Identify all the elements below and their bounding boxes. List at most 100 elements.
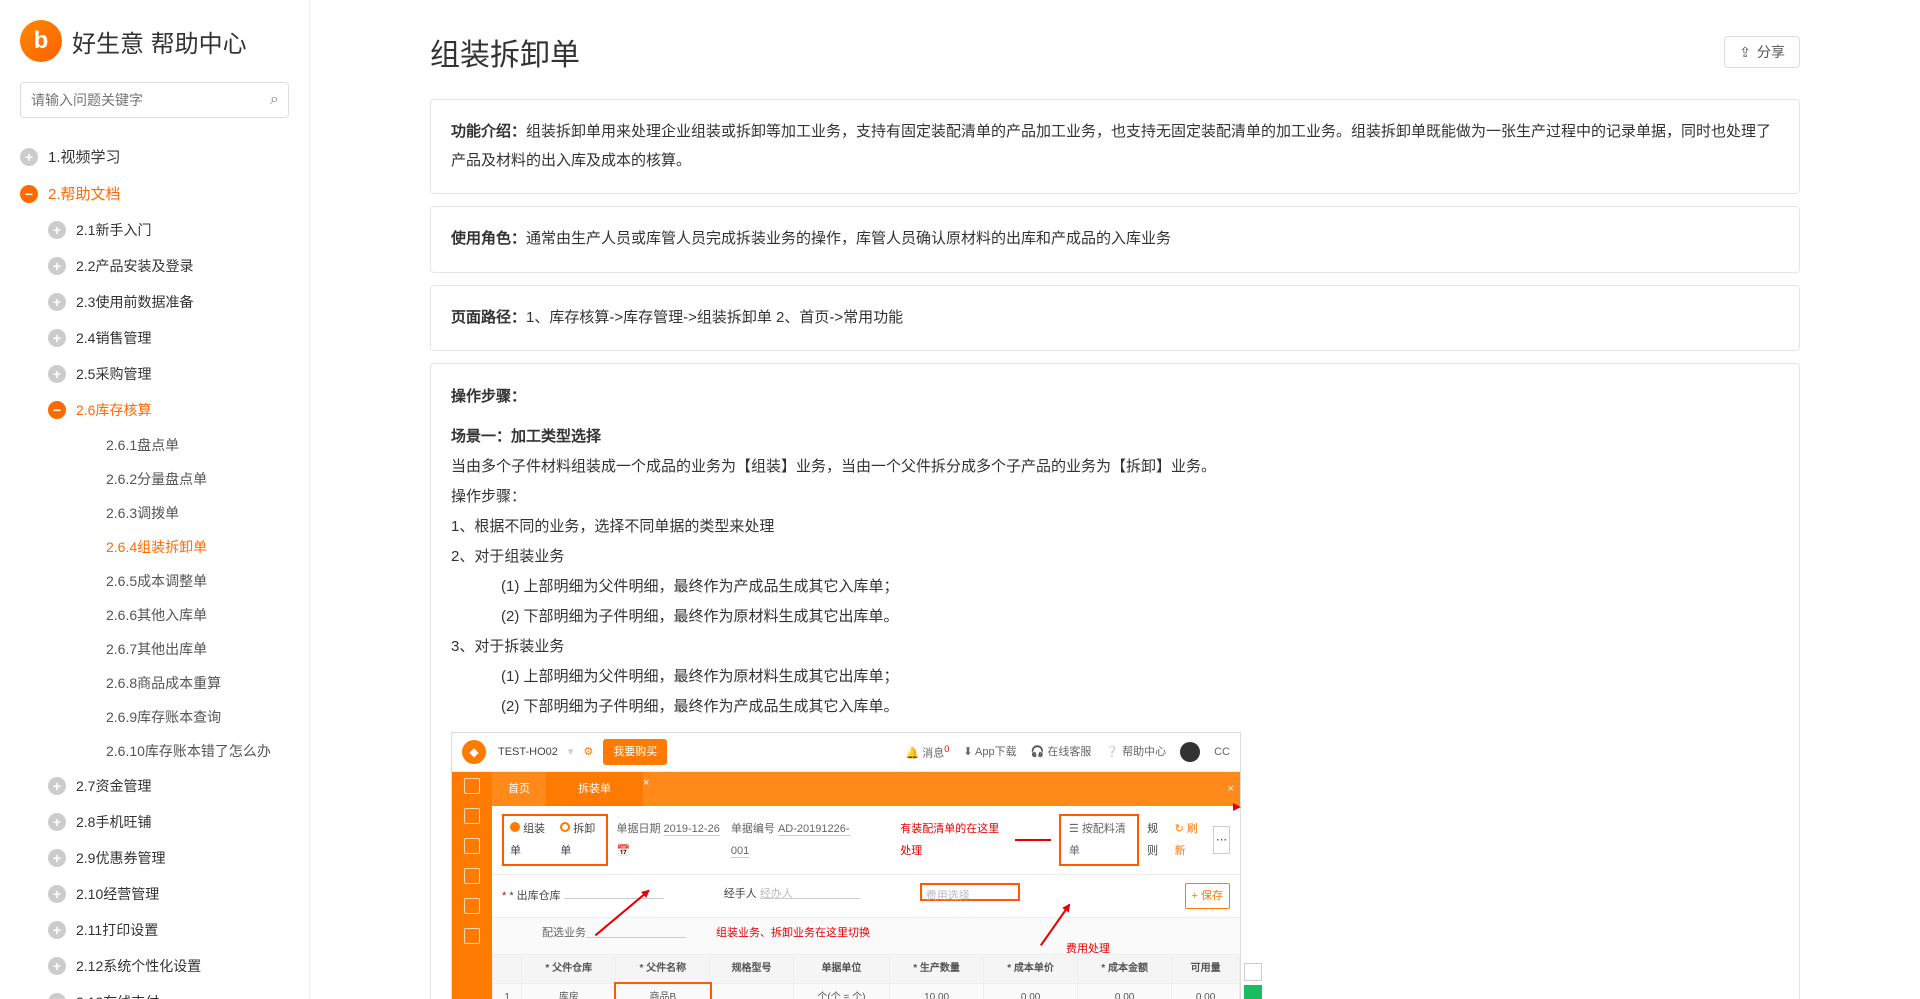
step-2: 2、对于组装业务 — [451, 542, 1779, 572]
plus-icon: + — [48, 993, 66, 999]
bom-button: ☰ 按配料清单 — [1059, 814, 1139, 866]
plus-icon: + — [20, 148, 38, 166]
nav-2-6[interactable]: −2.6库存核算 — [48, 392, 289, 428]
nav-2-6-1[interactable]: 2.6.1盘点单 — [76, 428, 289, 462]
nav-2-6-8[interactable]: 2.6.8商品成本重算 — [76, 666, 289, 700]
close-icon: × — [1222, 772, 1240, 806]
nav-2-2[interactable]: +2.2产品安装及登录 — [48, 248, 289, 284]
plus-icon: + — [48, 257, 66, 275]
nav-2-1[interactable]: +2.1新手入门 — [48, 212, 289, 248]
nav-2-8[interactable]: +2.8手机旺铺 — [48, 804, 289, 840]
nav-2-12[interactable]: +2.12系统个性化设置 — [48, 948, 289, 984]
shot-topbar: ◆ TEST-HO02 ▾ ⚙ 我要购买 🔔 消息0 ⬇ App下载 🎧 在线客… — [452, 733, 1240, 772]
nav-2-6-7[interactable]: 2.6.7其他出库单 — [76, 632, 289, 666]
app-link: ⬇ App下载 — [963, 741, 1016, 763]
type-radio-group: 组装单 拆卸单 — [502, 814, 608, 866]
intro-label: 功能介绍： — [451, 123, 526, 140]
nav-2-7[interactable]: +2.7资金管理 — [48, 768, 289, 804]
sidebar: b 好生意 帮助中心 ⌕ +1.视频学习 −2.帮助文档 +2.1新手入门 +2… — [0, 0, 310, 999]
side-tools — [1244, 963, 1262, 999]
nav-2-6-9[interactable]: 2.6.9库存账本查询 — [76, 700, 289, 734]
nav-2-6-4[interactable]: 2.6.4组装拆卸单 — [76, 530, 289, 564]
step-2b: (2) 下部明细为子件明细，最终作为原材料生成其它出库单。 — [501, 602, 1779, 632]
nav-2-9[interactable]: +2.9优惠券管理 — [48, 840, 289, 876]
nav-2-13[interactable]: +2.13在线支付 — [48, 984, 289, 999]
date-field: 单据日期 2019-12-26 📅 — [616, 818, 722, 862]
plus-icon: + — [48, 221, 66, 239]
steps-heading: 操作步骤： — [451, 382, 1779, 412]
anno-fee: 费用处理 — [1066, 938, 1110, 960]
plus-icon: + — [48, 885, 66, 903]
radio-icon — [560, 822, 570, 832]
shot-org: TEST-HO02 — [498, 741, 558, 763]
path-label: 页面路径： — [451, 309, 526, 326]
nav-2-6-2[interactable]: 2.6.2分量盘点单 — [76, 462, 289, 496]
nav-2-4[interactable]: +2.4销售管理 — [48, 320, 289, 356]
rail-icon — [464, 838, 480, 854]
search-input[interactable] — [20, 82, 289, 118]
nav-2-6-6[interactable]: 2.6.6其他入库单 — [76, 598, 289, 632]
nav-docs[interactable]: −2.帮助文档 — [20, 175, 289, 212]
plus-icon: + — [48, 365, 66, 383]
tab-home: 首页 — [492, 772, 546, 806]
plus-icon: + — [48, 849, 66, 867]
brand-title: 好生意 帮助中心 — [72, 24, 247, 59]
intro-text: 组装拆卸单用来处理企业组装或拆卸等加工业务，支持有固定装配清单的产品加工业务，也… — [451, 123, 1771, 169]
minus-icon: − — [48, 401, 66, 419]
search-icon[interactable]: ⌕ — [270, 91, 279, 109]
plus-icon: + — [48, 921, 66, 939]
step-3b: (2) 下部明细为子件明细，最终作为产成品生成其它入库单。 — [501, 692, 1779, 722]
brand: b 好生意 帮助中心 — [20, 20, 289, 62]
steps-subheading: 操作步骤： — [451, 482, 1779, 512]
anno-switch: 组装业务、拆卸业务在这里切换 — [716, 922, 870, 944]
main-content: 组装拆卸单 ⇪ 分享 功能介绍：组装拆卸单用来处理企业组装或拆卸等加工业务，支持… — [310, 0, 1920, 999]
share-button[interactable]: ⇪ 分享 — [1724, 36, 1800, 68]
radio-icon — [510, 822, 520, 832]
page-title: 组装拆卸单 — [430, 30, 580, 74]
nav-2-6-10[interactable]: 2.6.10库存账本错了怎么办 — [76, 734, 289, 768]
step-2a: (1) 上部明细为父件明细，最终作为产成品生成其它入库单； — [501, 572, 1779, 602]
plus-icon: + — [48, 329, 66, 347]
avatar-icon — [1180, 742, 1200, 762]
steps-card: 操作步骤： 场景一：加工类型选择 当由多个子件材料组装成一个成品的业务为【组装】… — [430, 363, 1800, 999]
plus-icon: + — [48, 777, 66, 795]
fee-box: 费用选择 — [920, 883, 1020, 901]
rail-icon — [464, 928, 480, 944]
rail-icon — [464, 778, 480, 794]
parent-table: * 父件仓库* 父件名称规格型号单据单位* 生产数量* 成本单价* 成本金额可用… — [492, 954, 1240, 999]
shot-row2: * * 出库仓库 经手人 经办人 费用选择 + 保存 — [492, 875, 1240, 918]
refresh-link: ↻ 刷新 — [1175, 818, 1205, 862]
brand-logo: b — [20, 20, 62, 62]
save-button: + 保存 — [1185, 883, 1230, 909]
username: CC — [1214, 741, 1230, 763]
service-link: 🎧 在线客服 — [1031, 741, 1092, 763]
share-icon: ⇪ — [1739, 44, 1751, 61]
tab-doc: 拆装单 — [546, 772, 643, 806]
step-1: 1、根据不同的业务，选择不同单据的类型来处理 — [451, 512, 1779, 542]
rule-link: 规则 — [1147, 818, 1167, 862]
path-card: 页面路径：1、库存核算->库存管理->组装拆卸单 2、首页->常用功能 — [430, 285, 1800, 352]
plus-icon: + — [48, 813, 66, 831]
intro-card: 功能介绍：组装拆卸单用来处理企业组装或拆卸等加工业务，支持有固定装配清单的产品加… — [430, 99, 1800, 194]
nav-2-11[interactable]: +2.11打印设置 — [48, 912, 289, 948]
role-card: 使用角色：通常由生产人员或库管人员完成拆装业务的操作，库管人员确认原材料的出库和… — [430, 206, 1800, 273]
nav-2-10[interactable]: +2.10经营管理 — [48, 876, 289, 912]
embedded-screenshot: ◆ TEST-HO02 ▾ ⚙ 我要购买 🔔 消息0 ⬇ App下载 🎧 在线客… — [451, 732, 1241, 999]
nav-2-3[interactable]: +2.3使用前数据准备 — [48, 284, 289, 320]
shot-left-rail — [452, 772, 492, 999]
nav-2-6-5[interactable]: 2.6.5成本调整单 — [76, 564, 289, 598]
gear-icon: ⚙ — [583, 741, 593, 763]
plus-icon: + — [48, 957, 66, 975]
path-text: 1、库存核算->库存管理->组装拆卸单 2、首页->常用功能 — [526, 309, 903, 326]
minus-icon: − — [20, 185, 38, 203]
nav-video[interactable]: +1.视频学习 — [20, 138, 289, 175]
role-text: 通常由生产人员或库管人员完成拆装业务的操作，库管人员确认原材料的出库和产成品的入… — [526, 230, 1171, 247]
nav-2-6-3[interactable]: 2.6.3调拨单 — [76, 496, 289, 530]
scene-desc: 当由多个子件材料组装成一个成品的业务为【组装】业务，当由一个父件拆分成多个子产品… — [451, 452, 1779, 482]
role-label: 使用角色： — [451, 230, 526, 247]
arrow-icon — [1015, 839, 1050, 841]
scene-heading: 场景一：加工类型选择 — [451, 422, 1779, 452]
nav-2-5[interactable]: +2.5采购管理 — [48, 356, 289, 392]
plus-icon: + — [48, 293, 66, 311]
more-icon: ⋯ — [1213, 826, 1230, 854]
